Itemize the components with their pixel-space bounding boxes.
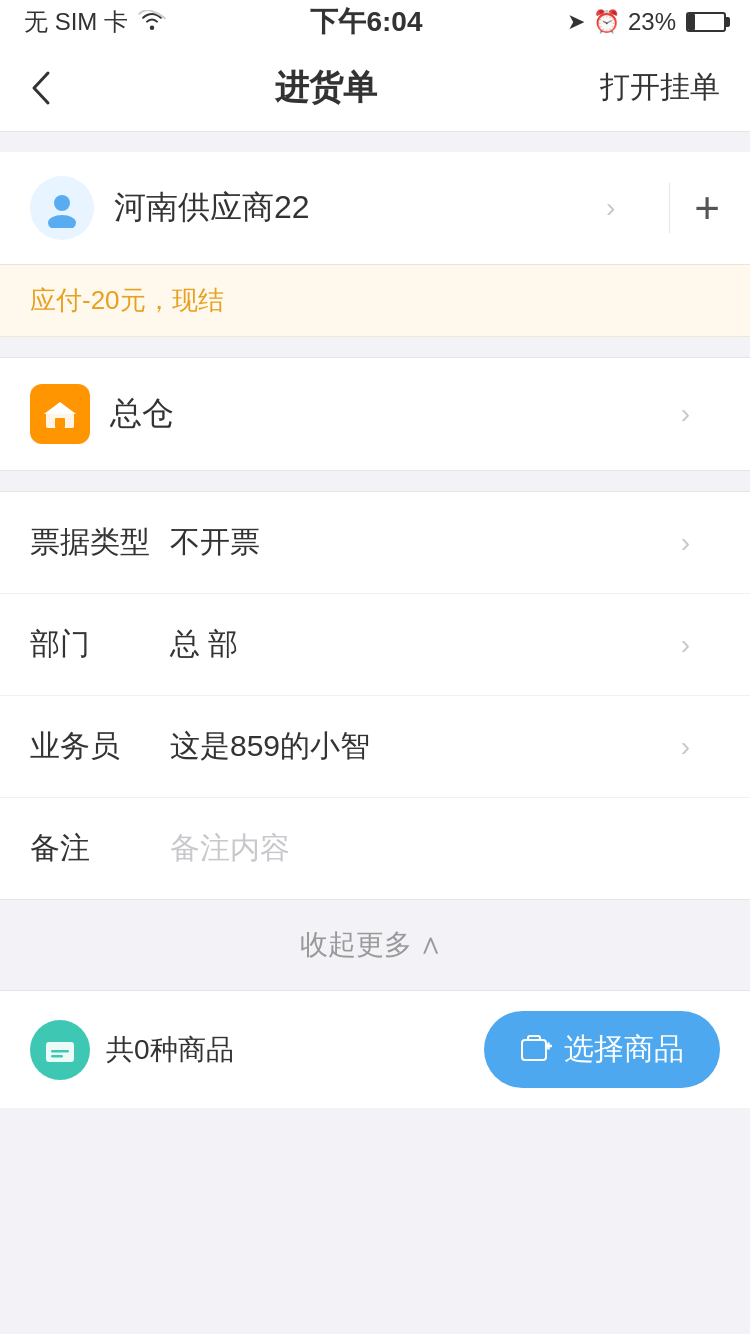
- product-count-area: 共0种商品: [30, 1020, 234, 1080]
- svg-rect-7: [51, 1055, 63, 1058]
- svg-rect-4: [55, 418, 65, 428]
- supplier-row[interactable]: 河南供应商22 › +: [0, 152, 750, 265]
- carrier-label: 无 SIM 卡: [24, 6, 128, 38]
- salesperson-label: 业务员: [30, 726, 170, 767]
- department-label: 部门: [30, 624, 170, 665]
- status-bar: 无 SIM 卡 下午6:04 ➤ ⏰ 23%: [0, 0, 750, 44]
- warehouse-chevron-icon: ›: [681, 398, 690, 430]
- open-pending-button[interactable]: 打开挂单: [600, 67, 720, 108]
- invoice-chevron-icon: ›: [681, 527, 690, 559]
- page-title: 进货单: [275, 65, 377, 111]
- notice-banner: 应付-20元，现结: [0, 265, 750, 337]
- remark-label: 备注: [30, 828, 170, 869]
- select-product-label: 选择商品: [564, 1029, 684, 1070]
- form-row-department[interactable]: 部门 总 部 ›: [0, 594, 750, 696]
- svg-marker-3: [44, 402, 76, 414]
- svg-point-1: [48, 215, 76, 228]
- department-value: 总 部: [170, 624, 681, 665]
- warehouse-row[interactable]: 总仓 ›: [0, 358, 750, 470]
- select-product-button[interactable]: 选择商品: [484, 1011, 720, 1088]
- location-icon: ➤: [567, 9, 585, 35]
- supplier-section: 河南供应商22 › + 应付-20元，现结: [0, 152, 750, 337]
- invoice-label: 票据类型: [30, 522, 170, 563]
- section-gap-1: [0, 132, 750, 152]
- status-left: 无 SIM 卡: [24, 6, 166, 38]
- svg-point-0: [54, 195, 70, 211]
- supplier-name: 河南供应商22: [114, 186, 606, 230]
- warehouse-name: 总仓: [110, 392, 681, 436]
- section-gap-2: [0, 337, 750, 357]
- form-row-remark[interactable]: 备注 备注内容: [0, 798, 750, 899]
- warehouse-section: 总仓 ›: [0, 357, 750, 471]
- status-time: 下午6:04: [310, 3, 422, 41]
- nav-bar: 进货单 打开挂单: [0, 44, 750, 132]
- collapse-button[interactable]: 收起更多 ∧: [0, 900, 750, 990]
- remark-input[interactable]: 备注内容: [170, 828, 720, 869]
- product-icon: [30, 1020, 90, 1080]
- bottom-bar: 共0种商品 选择商品: [0, 990, 750, 1108]
- status-right: ➤ ⏰ 23%: [567, 8, 726, 36]
- main-content: 河南供应商22 › + 应付-20元，现结 总仓 › 票据类型 不开票: [0, 132, 750, 1334]
- battery-label: 23%: [628, 8, 676, 36]
- form-row-salesperson[interactable]: 业务员 这是859的小智 ›: [0, 696, 750, 798]
- section-gap-3: [0, 471, 750, 491]
- form-row-invoice[interactable]: 票据类型 不开票 ›: [0, 492, 750, 594]
- salesperson-chevron-icon: ›: [681, 731, 690, 763]
- alarm-icon: ⏰: [593, 9, 620, 35]
- warehouse-icon: [30, 384, 90, 444]
- battery-icon: [686, 12, 726, 32]
- invoice-value: 不开票: [170, 522, 681, 563]
- product-count-label: 共0种商品: [106, 1031, 234, 1069]
- salesperson-value: 这是859的小智: [170, 726, 681, 767]
- select-product-icon: [520, 1034, 552, 1066]
- add-supplier-button[interactable]: +: [694, 186, 720, 230]
- department-chevron-icon: ›: [681, 629, 690, 661]
- svg-rect-8: [522, 1040, 546, 1060]
- svg-rect-6: [51, 1050, 69, 1053]
- collapse-label: 收起更多 ∧: [300, 926, 443, 964]
- supplier-avatar: [30, 176, 94, 240]
- back-button[interactable]: [30, 69, 52, 107]
- form-section: 票据类型 不开票 › 部门 总 部 › 业务员 这是859的小智 › 备注 备注…: [0, 491, 750, 900]
- wifi-icon: [138, 8, 166, 36]
- vertical-divider: [669, 183, 670, 233]
- chevron-right-icon: ›: [606, 192, 615, 224]
